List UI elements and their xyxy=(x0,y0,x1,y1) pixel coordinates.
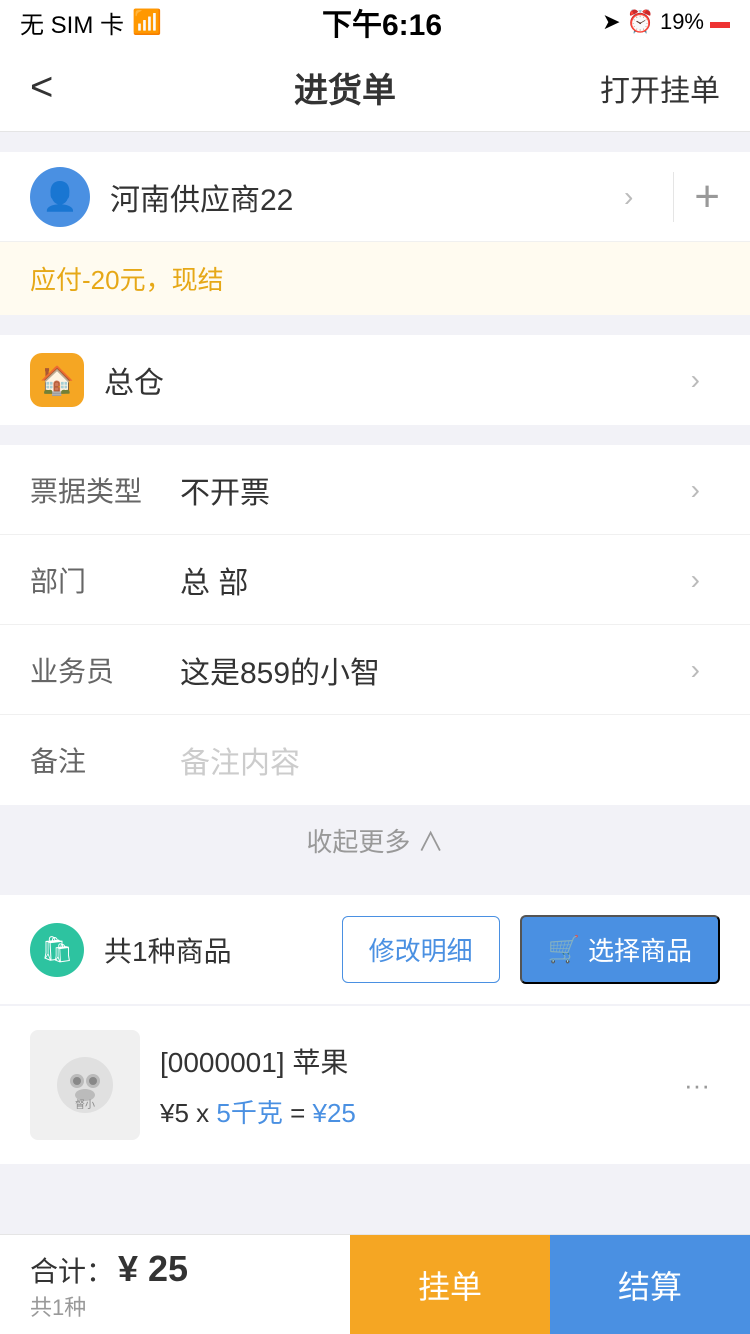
collapse-bar[interactable]: 收起更多 ∧ xyxy=(0,805,750,875)
gap-4 xyxy=(0,875,750,895)
battery-text: 19% xyxy=(660,9,704,35)
price-sep: x xyxy=(196,1098,216,1128)
chevron-right-icon-5: › xyxy=(691,654,700,686)
hang-button[interactable]: 挂单 xyxy=(350,1235,550,1334)
total-label: 合计： xyxy=(30,1250,114,1290)
edit-detail-button[interactable]: 修改明细 xyxy=(342,916,500,983)
total-amount: ¥ 25 xyxy=(118,1248,188,1290)
invoice-row[interactable]: 票据类型 不开票 › xyxy=(0,445,750,535)
avatar: 👤 xyxy=(30,167,90,227)
quantity: 5千克 xyxy=(216,1098,282,1128)
supplier-row[interactable]: 👤 河南供应商22 › + xyxy=(0,152,750,242)
gap-3 xyxy=(0,425,750,445)
salesperson-row[interactable]: 业务员 这是859的小智 › xyxy=(0,625,750,715)
department-row[interactable]: 部门 总 部 › xyxy=(0,535,750,625)
select-product-label: 选择商品 xyxy=(588,931,692,968)
svg-text:督小: 督小 xyxy=(75,1098,95,1111)
wifi-icon: 📶 xyxy=(132,8,162,37)
carrier-text: 无 SIM 卡 xyxy=(20,5,124,40)
salesperson-label: 业务员 xyxy=(30,650,150,690)
chevron-right-icon: › xyxy=(624,181,633,213)
home-icon: 🏠 xyxy=(40,364,75,397)
warehouse-name: 总仓 xyxy=(104,358,691,402)
line-total: ¥25 xyxy=(313,1098,356,1128)
gap-2 xyxy=(0,315,750,335)
select-product-button[interactable]: 🛒 选择商品 xyxy=(520,915,720,984)
checkout-button[interactable]: 结算 xyxy=(550,1235,750,1334)
owl-logo: 督小 xyxy=(55,1055,115,1115)
notice-text: 应付-20元，现结 xyxy=(30,265,224,295)
product-price: ¥5 x 5千克 = ¥25 xyxy=(160,1093,654,1130)
warehouse-icon: 🏠 xyxy=(30,353,84,407)
department-label: 部门 xyxy=(30,560,150,600)
product-title: 苹果 xyxy=(292,1047,348,1078)
status-time: 下午6:16 xyxy=(322,0,442,44)
chevron-right-icon-2: › xyxy=(691,364,700,396)
invoice-value: 不开票 xyxy=(150,468,691,512)
salesperson-value: 这是859的小智 xyxy=(150,648,691,692)
product-thumbnail: 督小 xyxy=(30,1030,140,1140)
avatar-icon: 👤 xyxy=(43,180,78,213)
bottom-bar: 合计： ¥ 25 共1种 挂单 结算 xyxy=(0,1234,750,1334)
products-count: 共1种商品 xyxy=(104,930,322,970)
location-icon: ➤ xyxy=(602,9,620,35)
product-name: [0000001] 苹果 xyxy=(160,1041,654,1081)
page-title: 进货单 xyxy=(294,63,396,112)
remark-label: 备注 xyxy=(30,740,150,780)
warehouse-row[interactable]: 🏠 总仓 › xyxy=(0,335,750,425)
total-count: 共1种 xyxy=(30,1290,320,1322)
status-right: ➤ ⏰ 19% ▬ xyxy=(602,9,730,35)
product-info: [0000001] 苹果 ¥5 x 5千克 = ¥25 xyxy=(160,1041,654,1130)
back-button[interactable]: < xyxy=(30,65,90,110)
supplier-name: 河南供应商22 xyxy=(110,175,624,219)
product-item: 督小 [0000001] 苹果 ¥5 x 5千克 = ¥25 ··· xyxy=(0,1006,750,1164)
supplier-card: 👤 河南供应商22 › + 应付-20元，现结 xyxy=(0,152,750,315)
cart-icon: 🛍 xyxy=(40,934,73,965)
unit-price: ¥5 xyxy=(160,1098,189,1128)
status-bar: 无 SIM 卡 📶 下午6:16 ➤ ⏰ 19% ▬ xyxy=(0,0,750,44)
form-section: 票据类型 不开票 › 部门 总 部 › 业务员 这是859的小智 › 备注 备注… xyxy=(0,445,750,805)
gap-1 xyxy=(0,132,750,152)
open-hang-button[interactable]: 打开挂单 xyxy=(600,66,720,110)
battery-icon: ▬ xyxy=(710,11,730,34)
product-code: [0000001] xyxy=(160,1047,285,1078)
total-section: 合计： ¥ 25 共1种 xyxy=(0,1235,350,1334)
hang-label: 挂单 xyxy=(418,1262,482,1308)
collapse-label: 收起更多 ∧ xyxy=(306,822,443,859)
warehouse-card: 🏠 总仓 › xyxy=(0,335,750,425)
add-button[interactable]: + xyxy=(694,175,720,219)
nav-bar: < 进货单 打开挂单 xyxy=(0,44,750,132)
status-left: 无 SIM 卡 📶 xyxy=(20,5,162,40)
remark-row[interactable]: 备注 备注内容 xyxy=(0,715,750,805)
divider xyxy=(673,172,674,222)
products-header: 🛍 共1种商品 修改明细 🛒 选择商品 xyxy=(0,895,750,1004)
notice-bar: 应付-20元，现结 xyxy=(0,242,750,315)
chevron-right-icon-3: › xyxy=(691,474,700,506)
alarm-icon: ⏰ xyxy=(627,9,654,35)
chevron-right-icon-4: › xyxy=(691,564,700,596)
equals: = xyxy=(290,1098,312,1128)
invoice-label: 票据类型 xyxy=(30,470,150,510)
remark-input[interactable]: 备注内容 xyxy=(150,738,720,782)
cart-btn-icon: 🛒 xyxy=(548,934,580,965)
checkout-label: 结算 xyxy=(618,1262,682,1308)
department-value: 总 部 xyxy=(150,558,691,602)
products-icon: 🛍 xyxy=(30,923,84,977)
more-button[interactable]: ··· xyxy=(674,1060,720,1111)
